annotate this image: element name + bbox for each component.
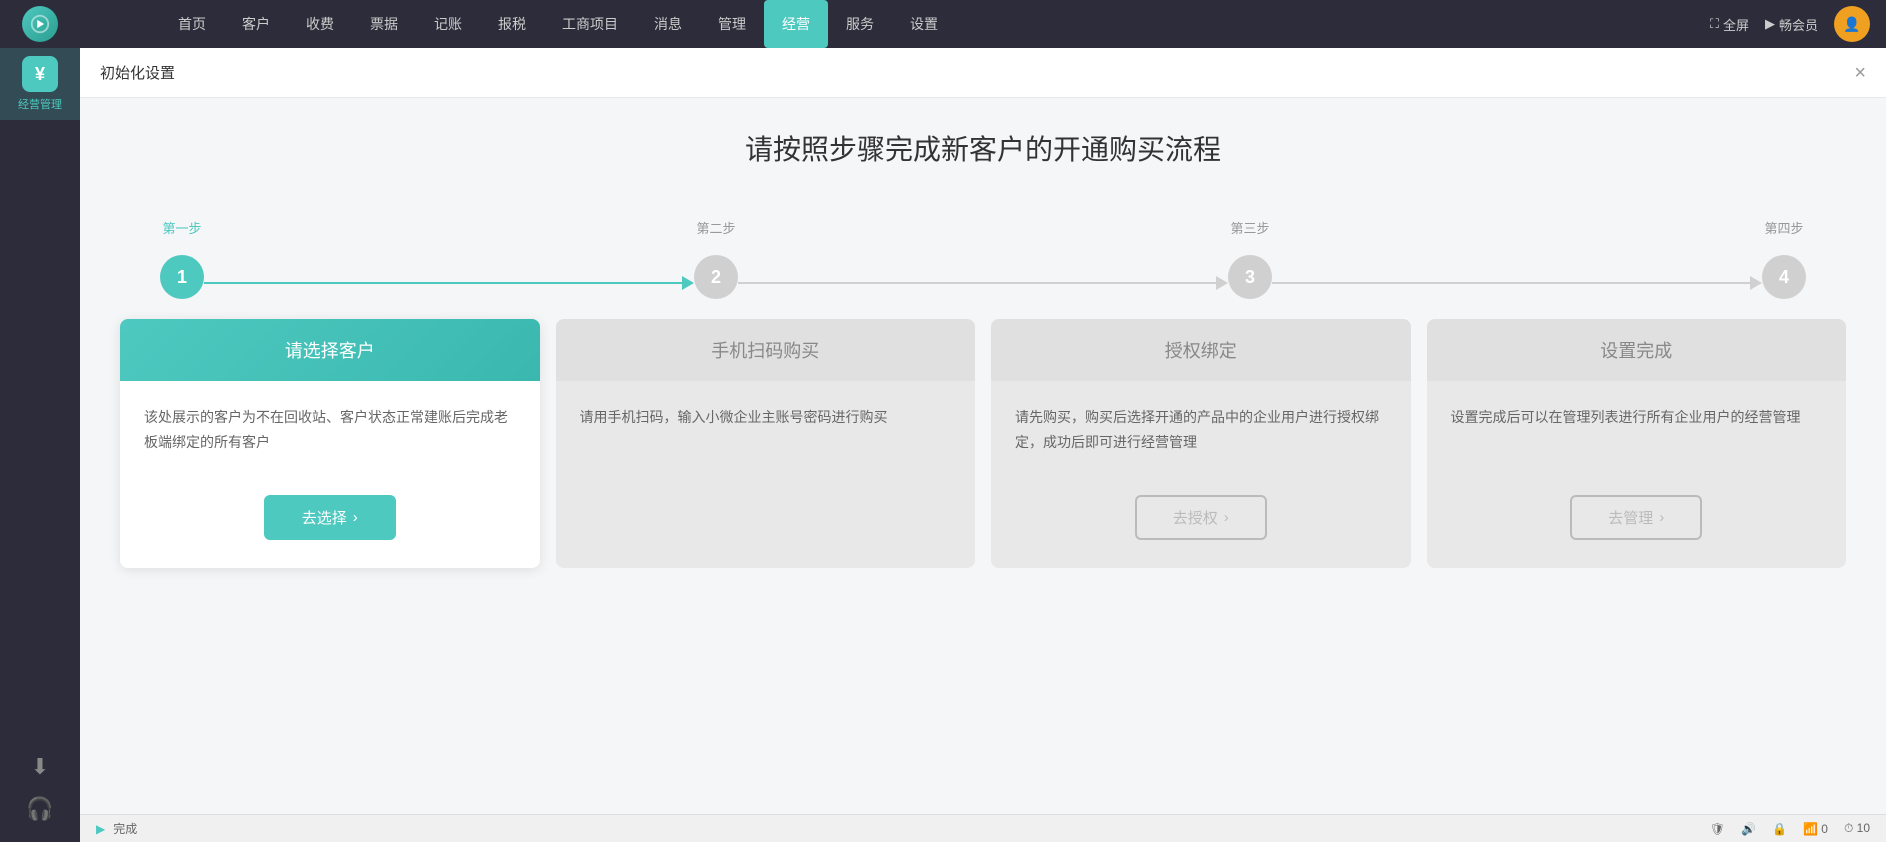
connector-2-3 (738, 282, 1216, 284)
step-card-4: 设置完成 设置完成后可以在管理列表进行所有企业用户的经营管理 去管理 › (1427, 319, 1847, 568)
main-wrapper: 首页 客户 收费 票据 记账 报税 工商项目 消息 管理 经营 服务 设置 ⛶ … (80, 0, 1886, 842)
nav-customer[interactable]: 客户 (224, 0, 288, 48)
card-body-4: 设置完成后可以在管理列表进行所有企业用户的经营管理 (1427, 381, 1847, 479)
play-status-icon: ▶ (96, 822, 105, 836)
step-node-3: 第三步 3 (1228, 218, 1272, 299)
step-label-2: 第二步 (696, 218, 735, 237)
sidebar: ¥ 经营管理 ⬇ 🎧 (0, 0, 80, 842)
step-circle-4: 4 (1762, 255, 1806, 299)
member-btn[interactable]: ▶ 畅会员 (1765, 15, 1818, 34)
step-node-1: 第一步 1 (160, 218, 204, 299)
fullscreen-btn[interactable]: ⛶ 全屏 (1710, 15, 1749, 34)
page-title: 初始化设置 (100, 62, 175, 83)
top-nav: 首页 客户 收费 票据 记账 报税 工商项目 消息 管理 经营 服务 设置 ⛶ … (80, 0, 1886, 48)
step-label-4: 第四步 (1764, 218, 1803, 237)
nav-operation[interactable]: 经营 (764, 0, 828, 48)
step-circle-1: 1 (160, 255, 204, 299)
sidebar-logo (0, 0, 80, 48)
nav-tax[interactable]: 报税 (480, 0, 544, 48)
card-header-4: 设置完成 (1427, 319, 1847, 381)
sidebar-bottom: ⬇ 🎧 (26, 754, 53, 822)
card-footer-2 (556, 524, 976, 568)
nav-items: 首页 客户 收费 票据 记账 报税 工商项目 消息 管理 经营 服务 设置 (160, 0, 1710, 48)
step-card-3: 授权绑定 请先购买，购买后选择开通的产品中的企业用户进行授权绑定，成功后即可进行… (991, 319, 1411, 568)
nav-invoice[interactable]: 票据 (352, 0, 416, 48)
logo-icon (22, 6, 58, 42)
card-footer-4: 去管理 › (1427, 479, 1847, 568)
close-button[interactable]: × (1854, 63, 1866, 83)
arrow-icon-4: › (1659, 509, 1664, 526)
step-card-2: 手机扫码购买 请用手机扫码，输入小微企业主账号密码进行购买 (556, 319, 976, 568)
steps-row: 第一步 1 第二步 2 第三步 3 (120, 218, 1846, 299)
nav-fee[interactable]: 收费 (288, 0, 352, 48)
card-footer-1: 去选择 › (120, 479, 540, 568)
step-node-2: 第二步 2 (694, 218, 738, 299)
step-node-4: 第四步 4 (1762, 218, 1806, 299)
arrow-icon-1: › (353, 509, 358, 526)
step-label-1: 第一步 (162, 218, 201, 237)
nav-settings[interactable]: 设置 (892, 0, 956, 48)
nav-manage[interactable]: 管理 (700, 0, 764, 48)
status-label: 完成 (113, 820, 137, 837)
card-header-3: 授权绑定 (991, 319, 1411, 381)
lock-icon: 🔒 (1772, 822, 1787, 836)
main-title: 请按照步骤完成新客户的开通购买流程 (120, 128, 1846, 168)
cards-row: 请选择客户 该处展示的客户为不在回收站、客户状态正常建账后完成老板端绑定的所有客… (120, 319, 1846, 568)
status-right: 🛡 🔊 🔒 📶 0 ⏱ 10 (1710, 821, 1870, 836)
connector-3-4 (1272, 282, 1750, 284)
step-label-3: 第三步 (1230, 218, 1269, 237)
arrow-icon-3: › (1224, 509, 1229, 526)
arrow-1-2 (682, 276, 694, 290)
nav-bookkeeping[interactable]: 记账 (416, 0, 480, 48)
nav-home[interactable]: 首页 (160, 0, 224, 48)
fullscreen-icon: ⛶ (1710, 16, 1719, 32)
content-area: 请按照步骤完成新客户的开通购买流程 第一步 1 第二步 2 (80, 98, 1886, 814)
connector-1-2 (204, 282, 682, 284)
download-icon[interactable]: ⬇ (31, 754, 49, 780)
arrow-3-4 (1750, 276, 1762, 290)
arrow-2-3 (1216, 276, 1228, 290)
management-icon: ¥ (22, 56, 58, 92)
step-circle-3: 3 (1228, 255, 1272, 299)
card-footer-3: 去授权 › (991, 479, 1411, 568)
card-body-2: 请用手机扫码，输入小微企业主账号密码进行购买 (556, 381, 976, 524)
manage-button[interactable]: 去管理 › (1570, 495, 1702, 540)
card-header-2: 手机扫码购买 (556, 319, 976, 381)
authorize-button[interactable]: 去授权 › (1135, 495, 1267, 540)
nav-message[interactable]: 消息 (636, 0, 700, 48)
sidebar-item-management[interactable]: ¥ 经营管理 (0, 48, 80, 120)
sidebar-item-label: 经营管理 (18, 96, 62, 112)
content-header: 初始化设置 × (80, 48, 1886, 98)
select-customer-button[interactable]: 去选择 › (264, 495, 396, 540)
shield-icon: 🛡 (1710, 822, 1725, 836)
status-bar: ▶ 完成 🛡 🔊 🔒 📶 0 ⏱ 10 (80, 814, 1886, 842)
step-circle-2: 2 (694, 255, 738, 299)
step-card-1: 请选择客户 该处展示的客户为不在回收站、客户状态正常建账后完成老板端绑定的所有客… (120, 319, 540, 568)
avatar[interactable]: 👤 (1834, 6, 1870, 42)
nav-business[interactable]: 工商项目 (544, 0, 636, 48)
time-icon: ⏱ 10 (1844, 821, 1870, 836)
network-status: 📶 0 (1803, 822, 1828, 836)
play-icon: ▶ (1765, 16, 1775, 32)
nav-service[interactable]: 服务 (828, 0, 892, 48)
nav-right: ⛶ 全屏 ▶ 畅会员 👤 (1710, 6, 1886, 42)
card-header-1: 请选择客户 (120, 319, 540, 381)
volume-icon: 🔊 (1741, 822, 1756, 836)
headset-icon[interactable]: 🎧 (26, 796, 53, 822)
card-body-1: 该处展示的客户为不在回收站、客户状态正常建账后完成老板端绑定的所有客户 (120, 381, 540, 479)
card-body-3: 请先购买，购买后选择开通的产品中的企业用户进行授权绑定，成功后即可进行经营管理 (991, 381, 1411, 479)
